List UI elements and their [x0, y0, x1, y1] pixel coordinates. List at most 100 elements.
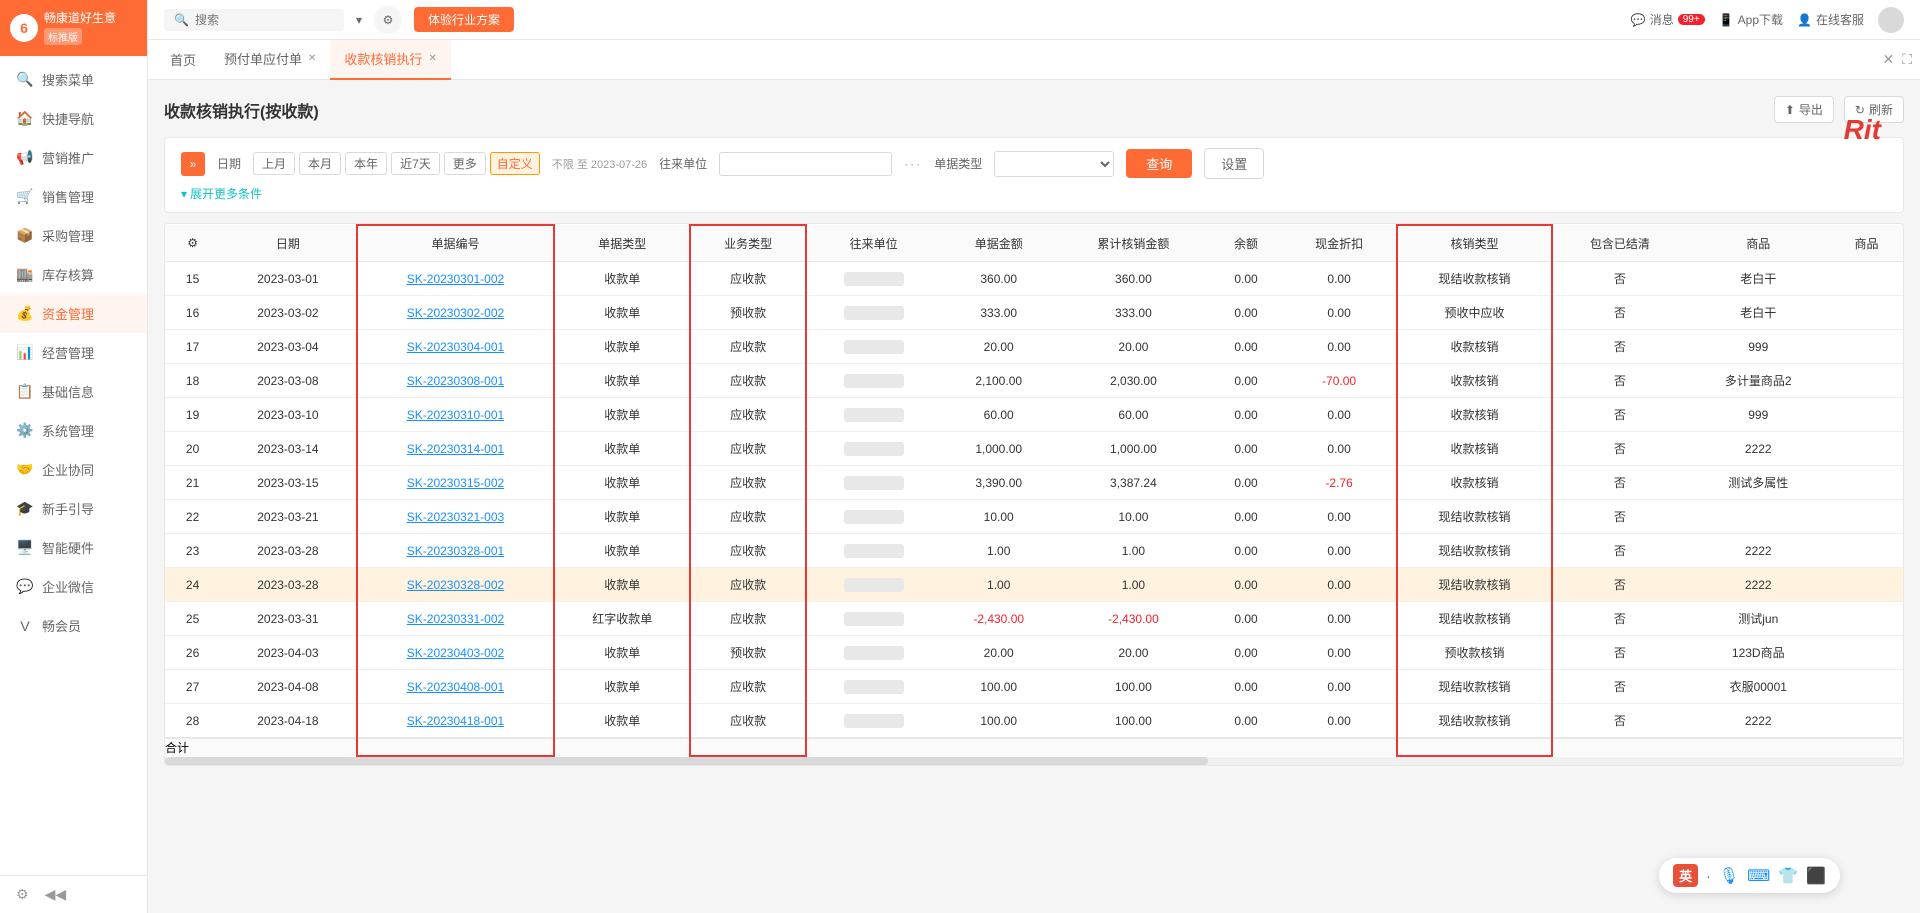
- ime-keyboard-icon[interactable]: ⌨: [1747, 866, 1770, 886]
- counterpart-input[interactable]: [719, 152, 892, 176]
- sidebar-item-inventory[interactable]: 🏬库存核算: [0, 255, 147, 294]
- expand-more-btn[interactable]: ▾ 展开更多条件: [181, 185, 1887, 202]
- messages-item[interactable]: 💬 消息 99+: [1631, 11, 1705, 28]
- experience-button[interactable]: 体验行业方案: [414, 7, 514, 32]
- col-counterpart: 往来单位: [806, 225, 940, 262]
- date-cur-year-btn[interactable]: 本年: [345, 152, 387, 175]
- finance-icon: 💰: [16, 305, 34, 323]
- order-no-link[interactable]: SK-20230310-001: [407, 408, 504, 422]
- sidebar-item-purchase[interactable]: 📦采购管理: [0, 216, 147, 255]
- sidebar-item-label: 采购管理: [42, 226, 94, 245]
- gear-button[interactable]: ⚙: [374, 6, 402, 34]
- date-custom-btn[interactable]: 自定义: [490, 152, 540, 175]
- search-input[interactable]: [195, 13, 315, 27]
- avatar[interactable]: [1878, 7, 1904, 33]
- export-button[interactable]: ⬆ 导出: [1774, 96, 1834, 123]
- cell-amount: 1.00: [940, 534, 1057, 568]
- header-dropdown[interactable]: ▾: [356, 13, 362, 27]
- cell-balance: 0.00: [1210, 262, 1283, 296]
- sidebar-item-business[interactable]: 📊经营管理: [0, 333, 147, 372]
- sidebar-item-search[interactable]: 🔍搜索菜单: [0, 60, 147, 99]
- cell-counterpart: [806, 568, 940, 602]
- col-included: 包含已结清: [1552, 225, 1686, 262]
- sidebar-item-system[interactable]: ⚙️系统管理: [0, 411, 147, 450]
- voucher-type-select[interactable]: [994, 151, 1114, 177]
- order-no-link[interactable]: SK-20230304-001: [407, 340, 504, 354]
- date-7days-btn[interactable]: 近7天: [391, 152, 440, 175]
- ime-grid-icon[interactable]: ⬛: [1806, 866, 1826, 886]
- maximize-tab-btn[interactable]: ⛶: [1902, 51, 1912, 68]
- order-no-link[interactable]: SK-20230315-002: [407, 476, 504, 490]
- cell-voucher-type: 收款单: [554, 568, 690, 602]
- order-no-link[interactable]: SK-20230408-001: [407, 680, 504, 694]
- cell-cash-discount: 0.00: [1282, 500, 1396, 534]
- online-service-item[interactable]: 👤 在线客服: [1797, 11, 1864, 28]
- order-no-link[interactable]: SK-20230331-002: [407, 612, 504, 626]
- setting-button[interactable]: 设置: [1204, 148, 1264, 179]
- app-download-item[interactable]: 📱 App下载: [1719, 11, 1783, 28]
- sidebar-item-member[interactable]: V畅会员: [0, 606, 147, 645]
- date-prev-month-btn[interactable]: 上月: [253, 152, 295, 175]
- tab-close-writeoff[interactable]: ✕: [428, 53, 436, 64]
- sidebar-item-sales[interactable]: 🛒销售管理: [0, 177, 147, 216]
- table-footer: 合计: [165, 738, 1903, 756]
- order-no-link[interactable]: SK-20230321-003: [407, 510, 504, 524]
- date-cur-month-btn[interactable]: 本月: [299, 152, 341, 175]
- sidebar-item-marketing[interactable]: 📢营销推广: [0, 138, 147, 177]
- ime-mic-icon[interactable]: 🎙: [1719, 866, 1739, 886]
- cell-amount: 100.00: [940, 670, 1057, 704]
- tab-close-prepayment[interactable]: ✕: [308, 53, 316, 64]
- sidebar-item-label: 经营管理: [42, 343, 94, 362]
- order-no-link[interactable]: SK-20230328-002: [407, 578, 504, 592]
- tab-prepayment[interactable]: 预付单应付单 ✕: [210, 40, 330, 80]
- header-search[interactable]: 🔍: [164, 9, 344, 31]
- cell-amount: 3,390.00: [940, 466, 1057, 500]
- col-date: 日期: [220, 225, 356, 262]
- settings-icon[interactable]: ⚙: [16, 886, 29, 903]
- member-icon: V: [16, 617, 34, 635]
- cell-included: 否: [1552, 670, 1686, 704]
- sidebar-item-hardware[interactable]: 🖥️智能硬件: [0, 528, 147, 567]
- tab-writeoff[interactable]: 收款核销执行 ✕: [330, 40, 450, 80]
- sidebar-item-guide[interactable]: 🎓新手引导: [0, 489, 147, 528]
- sidebar-item-enterprise[interactable]: 🤝企业协同: [0, 450, 147, 489]
- filter-expand-button[interactable]: »: [181, 152, 205, 176]
- cell-included: 否: [1552, 432, 1686, 466]
- cell-included: 否: [1552, 262, 1686, 296]
- cell-cum-writeoff: 20.00: [1057, 330, 1209, 364]
- sidebar-item-label: 营销推广: [42, 148, 94, 167]
- cell-balance: 0.00: [1210, 568, 1283, 602]
- shortcut-icon: 🏠: [16, 110, 34, 128]
- cell-writeoff-type: 收款核销: [1397, 330, 1553, 364]
- cell-amount: 10.00: [940, 500, 1057, 534]
- sidebar-item-wechat[interactable]: 💬企业微信: [0, 567, 147, 606]
- search-icon: 🔍: [174, 13, 189, 27]
- order-no-link[interactable]: SK-20230328-001: [407, 544, 504, 558]
- col-settings[interactable]: ⚙: [165, 225, 220, 262]
- sidebar-item-basic[interactable]: 📋基础信息: [0, 372, 147, 411]
- date-range-display: 不限 至 2023-07-26: [552, 156, 647, 172]
- sidebar-nav: 🔍搜索菜单🏠快捷导航📢营销推广🛒销售管理📦采购管理🏬库存核算💰资金管理📊经营管理…: [0, 56, 147, 875]
- sidebar-item-shortcut[interactable]: 🏠快捷导航: [0, 99, 147, 138]
- order-no-link[interactable]: SK-20230418-001: [407, 714, 504, 728]
- table-scroll[interactable]: ⚙ 日期 单据编号 单据类型 业务类型 往来单位 单据金额 累计核销金额 余额 …: [165, 224, 1903, 765]
- sidebar-item-finance[interactable]: 💰资金管理: [0, 294, 147, 333]
- tab-home[interactable]: 首页: [156, 40, 210, 80]
- date-more-btn[interactable]: 更多: [444, 152, 486, 175]
- cell-goods1: 999: [1687, 330, 1831, 364]
- order-no-link[interactable]: SK-20230403-002: [407, 646, 504, 660]
- query-button[interactable]: 查询: [1126, 149, 1192, 178]
- cell-writeoff-type: 现结收款核销: [1397, 602, 1553, 636]
- order-no-link[interactable]: SK-20230301-002: [407, 272, 504, 286]
- collapse-icon[interactable]: ◀◀: [45, 886, 67, 903]
- order-no-link[interactable]: SK-20230302-002: [407, 306, 504, 320]
- cell-writeoff-type: 收款核销: [1397, 432, 1553, 466]
- cell-biz-type: 预收款: [690, 296, 806, 330]
- order-no-link[interactable]: SK-20230308-001: [407, 374, 504, 388]
- ime-shirt-icon[interactable]: 👕: [1778, 866, 1798, 886]
- cell-cum-writeoff: 20.00: [1057, 636, 1209, 670]
- cell-included: 否: [1552, 704, 1686, 739]
- ime-brand[interactable]: 英: [1673, 864, 1698, 887]
- close-tab-btn[interactable]: ✕: [1882, 51, 1894, 68]
- order-no-link[interactable]: SK-20230314-001: [407, 442, 504, 456]
